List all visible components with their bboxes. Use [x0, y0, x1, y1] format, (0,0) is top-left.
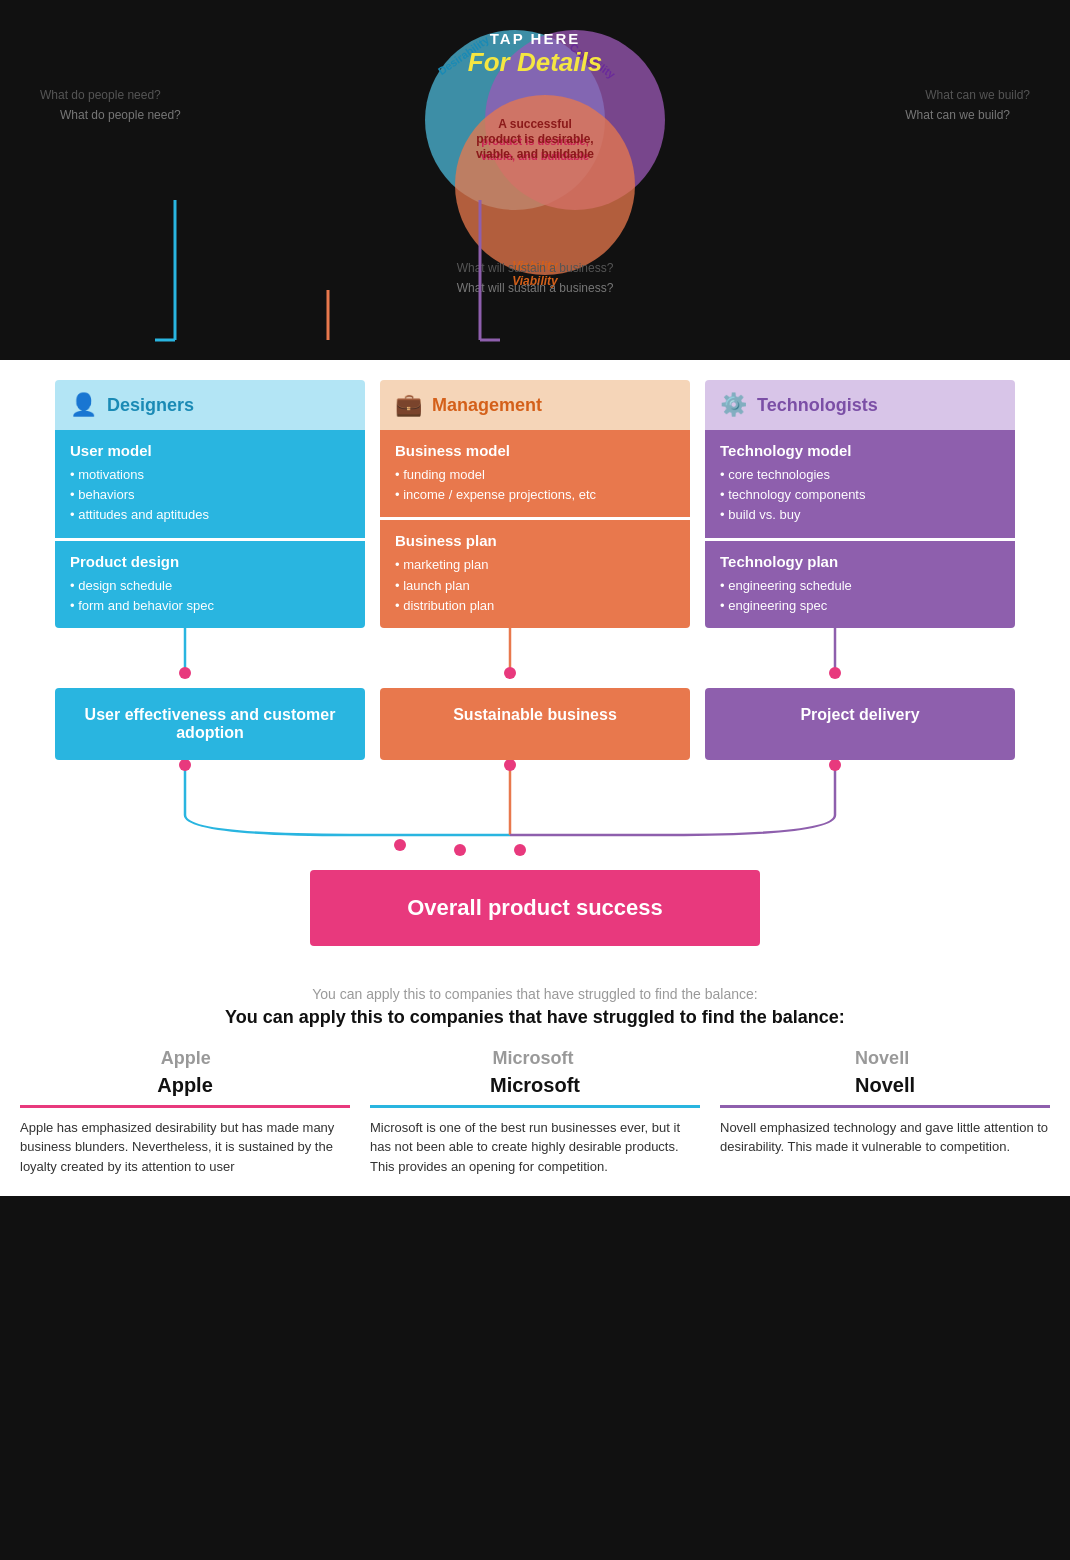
- list-item: distribution plan: [395, 596, 675, 616]
- technologists-tech-plan-section: Technology plan engineering schedule eng…: [705, 541, 1015, 628]
- list-item: design schedule: [70, 576, 350, 596]
- converge-svg: [20, 760, 1050, 870]
- management-icon: 💼: [395, 392, 422, 418]
- apply-text-gray: You can apply this to companies that hav…: [20, 986, 1050, 1002]
- list-item: behaviors: [70, 485, 350, 505]
- svg-text:A successful: A successful: [498, 117, 572, 131]
- microsoft-divider: [370, 1105, 700, 1108]
- companies-row: Apple Apple has emphasized desirability …: [20, 1074, 1050, 1177]
- converge-area: [20, 760, 1050, 870]
- overall-success-container: Overall product success: [20, 870, 1050, 966]
- list-item: technology components: [720, 485, 1000, 505]
- management-business-plan-section: Business plan marketing plan launch plan…: [380, 520, 690, 628]
- business-model-title: Business model: [395, 442, 675, 459]
- management-header: 💼 Management: [380, 380, 690, 430]
- overall-success-box: Overall product success: [310, 870, 760, 946]
- designers-icon: 👤: [70, 392, 97, 418]
- technologists-header: ⚙️ Technologists: [705, 380, 1015, 430]
- svg-text:product is desirable,: product is desirable,: [476, 132, 593, 146]
- novell-column: Novell Novell emphasized technology and …: [720, 1074, 1050, 1177]
- apple-column: Apple Apple has emphasized desirability …: [20, 1074, 350, 1177]
- outcome-technologists: Project delivery: [705, 688, 1015, 760]
- svg-text:viable, and buildable: viable, and buildable: [476, 147, 594, 161]
- what-can-build-label: What can we build?: [905, 108, 1010, 122]
- companies-section: You can apply this to companies that hav…: [0, 966, 1070, 1197]
- novell-divider: [720, 1105, 1050, 1108]
- list-item: funding model: [395, 465, 675, 485]
- svg-point-22: [829, 667, 841, 679]
- business-model-list: funding model income / expense projectio…: [395, 465, 675, 505]
- business-plan-list: marketing plan launch plan distribution …: [395, 555, 675, 616]
- novell-name: Novell: [720, 1074, 1050, 1097]
- middle-section: 👤 Designers User model motivations behav…: [0, 360, 1070, 966]
- company-names-shadow-row: Apple Microsoft Novell: [20, 1048, 1050, 1069]
- svg-point-24: [504, 760, 516, 771]
- technology-model-title: Technology model: [720, 442, 1000, 459]
- what-sustain-shadow: What will sustain a business?: [457, 261, 614, 275]
- technologists-tech-model-section: Technology model core technologies techn…: [705, 430, 1015, 538]
- technology-model-list: core technologies technology components …: [720, 465, 1000, 526]
- list-item: engineering schedule: [720, 576, 1000, 596]
- apple-description: Apple has emphasized desirability but ha…: [20, 1118, 350, 1177]
- designers-header: 👤 Designers: [55, 380, 365, 430]
- middle-connector-svg: [20, 628, 1050, 688]
- list-item: engineering spec: [720, 596, 1000, 616]
- product-design-title: Product design: [70, 553, 350, 570]
- outcome-designers: User effectiveness and customer adoption: [55, 688, 365, 760]
- user-model-title: User model: [70, 442, 350, 459]
- svg-point-23: [179, 760, 191, 771]
- management-title: Management: [432, 395, 542, 416]
- designers-title: Designers: [107, 395, 194, 416]
- technologists-title: Technologists: [757, 395, 878, 416]
- technologists-icon: ⚙️: [720, 392, 747, 418]
- product-design-list: design schedule form and behavior spec: [70, 576, 350, 616]
- what-sustain-label: What will sustain a business?: [457, 281, 614, 295]
- list-item: core technologies: [720, 465, 1000, 485]
- management-card: 💼 Management Business model funding mode…: [380, 380, 690, 628]
- microsoft-description: Microsoft is one of the best run busines…: [370, 1118, 700, 1177]
- microsoft-name-shadow: Microsoft: [492, 1048, 573, 1069]
- apple-name-shadow: Apple: [161, 1048, 211, 1069]
- svg-point-21: [504, 667, 516, 679]
- list-item: build vs. buy: [720, 505, 1000, 525]
- novell-description: Novell emphasized technology and gave li…: [720, 1118, 1050, 1157]
- list-item: launch plan: [395, 576, 675, 596]
- list-item: marketing plan: [395, 555, 675, 575]
- outcomes-row: User effectiveness and customer adoption…: [20, 688, 1050, 760]
- technology-plan-list: engineering schedule engineering spec: [720, 576, 1000, 616]
- list-item: attitudes and aptitudes: [70, 505, 350, 525]
- business-plan-title: Business plan: [395, 532, 675, 549]
- technologists-card: ⚙️ Technologists Technology model core t…: [705, 380, 1015, 628]
- list-item: form and behavior spec: [70, 596, 350, 616]
- svg-point-20: [179, 667, 191, 679]
- microsoft-column: Microsoft Microsoft is one of the best r…: [370, 1074, 700, 1177]
- user-model-list: motivations behaviors attitudes and apti…: [70, 465, 350, 526]
- designers-user-model-section: User model motivations behaviors attitud…: [55, 430, 365, 538]
- designers-card: 👤 Designers User model motivations behav…: [55, 380, 365, 628]
- list-item: income / expense projections, etc: [395, 485, 675, 505]
- what-people-need-label: What do people need?: [60, 108, 181, 122]
- connectors-middle: [20, 628, 1050, 688]
- list-item: motivations: [70, 465, 350, 485]
- designers-product-design-section: Product design design schedule form and …: [55, 541, 365, 628]
- svg-point-26: [394, 839, 406, 851]
- novell-name-shadow: Novell: [855, 1048, 909, 1069]
- svg-point-28: [514, 844, 526, 856]
- svg-point-25: [829, 760, 841, 771]
- outcome-management: Sustainable business: [380, 688, 690, 760]
- apple-name: Apple: [20, 1074, 350, 1097]
- what-can-build-shadow: What can we build?: [925, 88, 1030, 102]
- management-business-model-section: Business model funding model income / ex…: [380, 430, 690, 517]
- what-people-need-shadow: What do people need?: [40, 88, 161, 102]
- technology-plan-title: Technology plan: [720, 553, 1000, 570]
- svg-point-27: [454, 844, 466, 856]
- columns-row: 👤 Designers User model motivations behav…: [20, 380, 1050, 628]
- microsoft-name: Microsoft: [370, 1074, 700, 1097]
- apple-divider: [20, 1105, 350, 1108]
- apply-text-black: You can apply this to companies that hav…: [20, 1007, 1050, 1028]
